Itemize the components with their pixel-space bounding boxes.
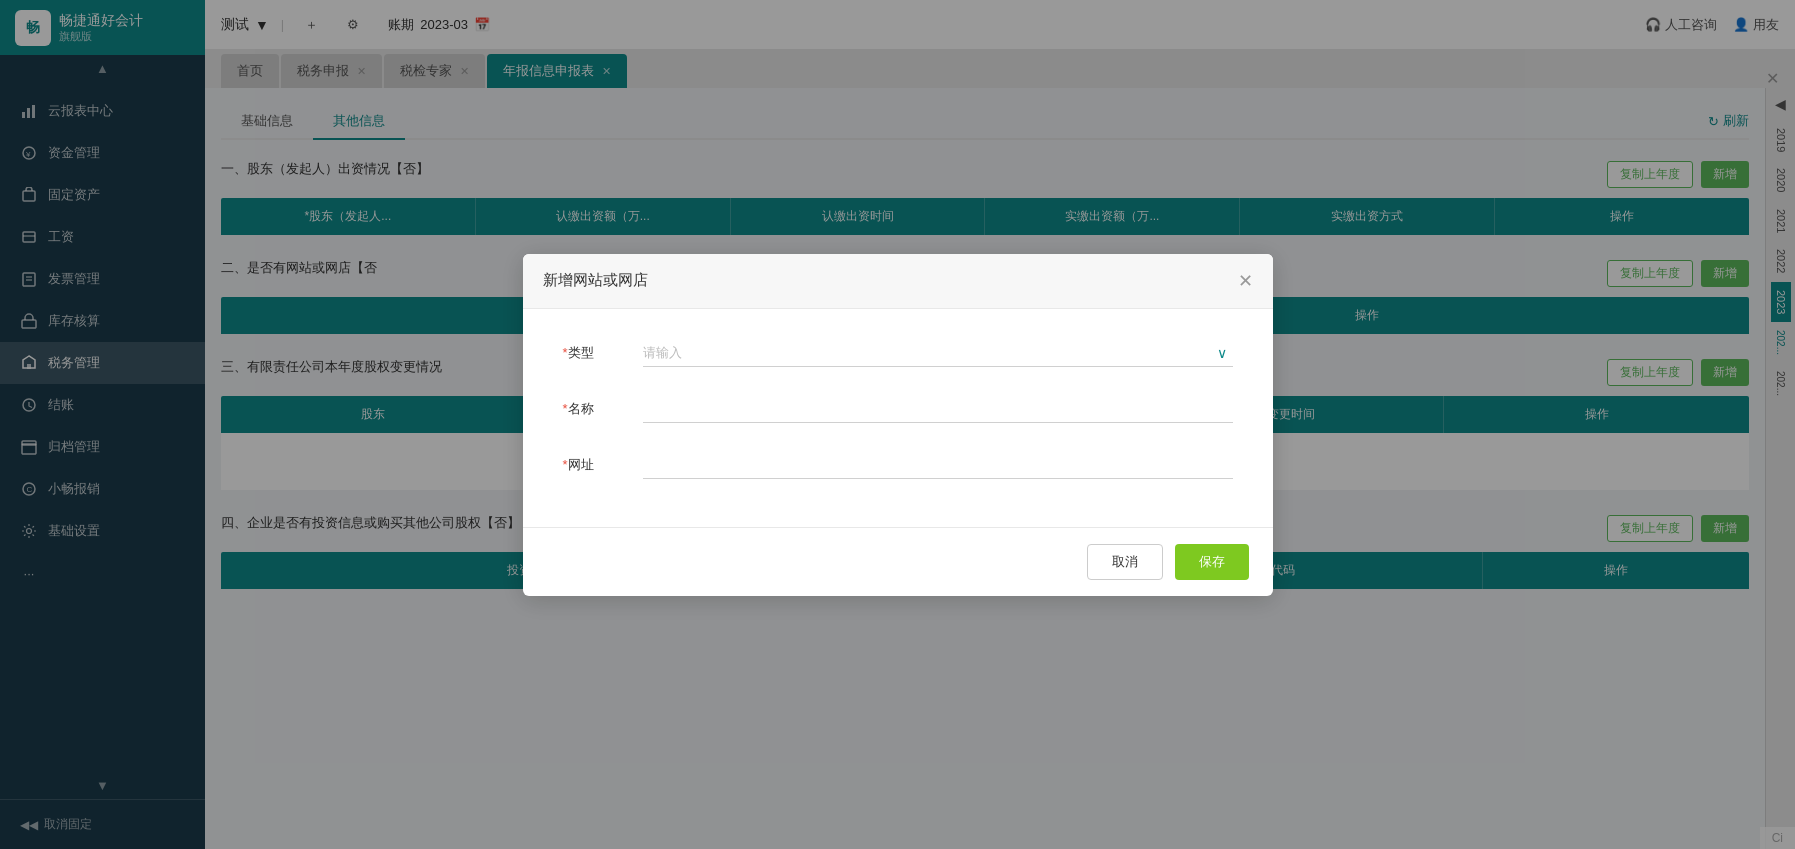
url-label: *网址: [563, 456, 643, 474]
form-row-url: *网址: [563, 451, 1233, 479]
type-field: ∨: [643, 339, 1233, 367]
modal-overlay[interactable]: 新增网站或网店 ✕ *类型 ∨ *名称: [0, 0, 1795, 849]
modal-add-website: 新增网站或网店 ✕ *类型 ∨ *名称: [523, 254, 1273, 596]
url-input[interactable]: [643, 451, 1233, 479]
type-input[interactable]: [643, 339, 1233, 367]
modal-close-button[interactable]: ✕: [1238, 270, 1253, 292]
modal-footer: 取消 保存: [523, 527, 1273, 596]
modal-header: 新增网站或网店 ✕: [523, 254, 1273, 309]
form-row-name: *名称: [563, 395, 1233, 423]
form-row-type: *类型 ∨: [563, 339, 1233, 367]
url-field: [643, 451, 1233, 479]
type-dropdown-icon[interactable]: ∨: [1217, 345, 1227, 361]
cancel-button[interactable]: 取消: [1087, 544, 1163, 580]
save-button[interactable]: 保存: [1175, 544, 1249, 580]
name-label: *名称: [563, 400, 643, 418]
name-input[interactable]: [643, 395, 1233, 423]
type-label: *类型: [563, 344, 643, 362]
modal-title: 新增网站或网店: [543, 271, 648, 290]
name-field: [643, 395, 1233, 423]
modal-body: *类型 ∨ *名称 *网址: [523, 309, 1273, 527]
